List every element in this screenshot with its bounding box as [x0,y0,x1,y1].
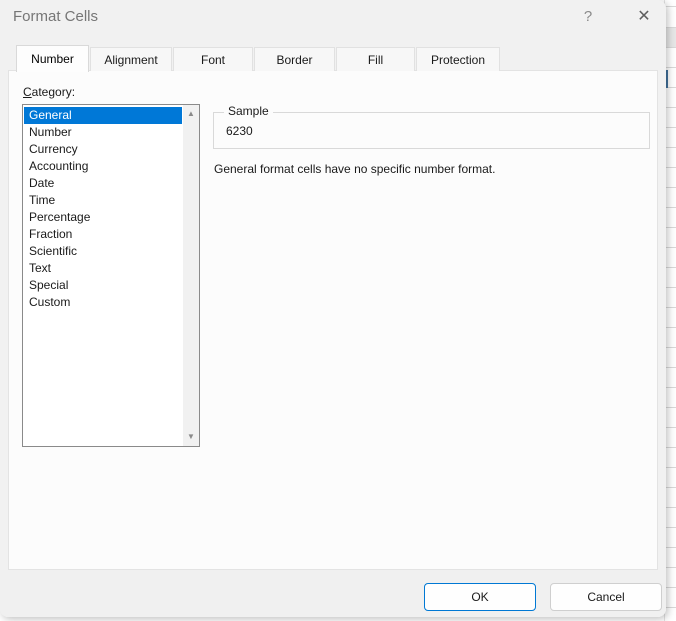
number-tab-panel: Category: General Number Currency Accountin… [8,70,658,570]
category-listbox[interactable]: General Number Currency Accounting Date Time P… [22,104,200,447]
category-scrollbar[interactable]: ▲ ▼ [183,105,199,446]
help-icon[interactable]: ? [576,5,600,29]
category-item-general[interactable]: General [24,107,182,124]
tab-alignment[interactable]: Alignment [90,47,172,71]
category-label: Category: [23,85,76,99]
format-cells-dialog: Format Cells ? ✕ Number Alignment Font Bord… [0,0,666,617]
tab-fill[interactable]: Fill [336,47,415,71]
sample-groupbox: Sample 6230 [213,104,650,149]
scroll-up-icon[interactable]: ▲ [183,106,199,122]
category-item-special[interactable]: Special [24,277,182,294]
category-list: General Number Currency Accounting Date Time P… [24,107,182,311]
category-item-fraction[interactable]: Fraction [24,226,182,243]
tab-strip: Number Alignment Font Border Fill Protection [16,45,501,72]
category-item-time[interactable]: Time [24,192,182,209]
format-description: General format cells have no specific nu… [214,162,496,176]
category-item-date[interactable]: Date [24,175,182,192]
scroll-down-icon[interactable]: ▼ [183,429,199,445]
close-icon[interactable]: ✕ [631,4,657,30]
cancel-button[interactable]: Cancel [550,583,662,611]
category-item-percentage[interactable]: Percentage [24,209,182,226]
category-item-text[interactable]: Text [24,260,182,277]
category-item-accounting[interactable]: Accounting [24,158,182,175]
category-item-scientific[interactable]: Scientific [24,243,182,260]
ok-button[interactable]: OK [424,583,536,611]
dialog-title: Format Cells [13,8,99,25]
category-item-number[interactable]: Number [24,124,182,141]
tab-font[interactable]: Font [173,47,253,71]
tab-border[interactable]: Border [254,47,335,71]
dialog-titlebar[interactable]: Format Cells ? ✕ [0,0,666,40]
category-item-currency[interactable]: Currency [24,141,182,158]
category-item-custom[interactable]: Custom [24,294,182,311]
dialog-footer: OK Cancel [0,570,666,617]
tab-number[interactable]: Number [16,45,89,72]
sample-value: 6230 [226,124,253,138]
sample-legend: Sample [224,104,273,118]
tab-protection[interactable]: Protection [416,47,500,71]
